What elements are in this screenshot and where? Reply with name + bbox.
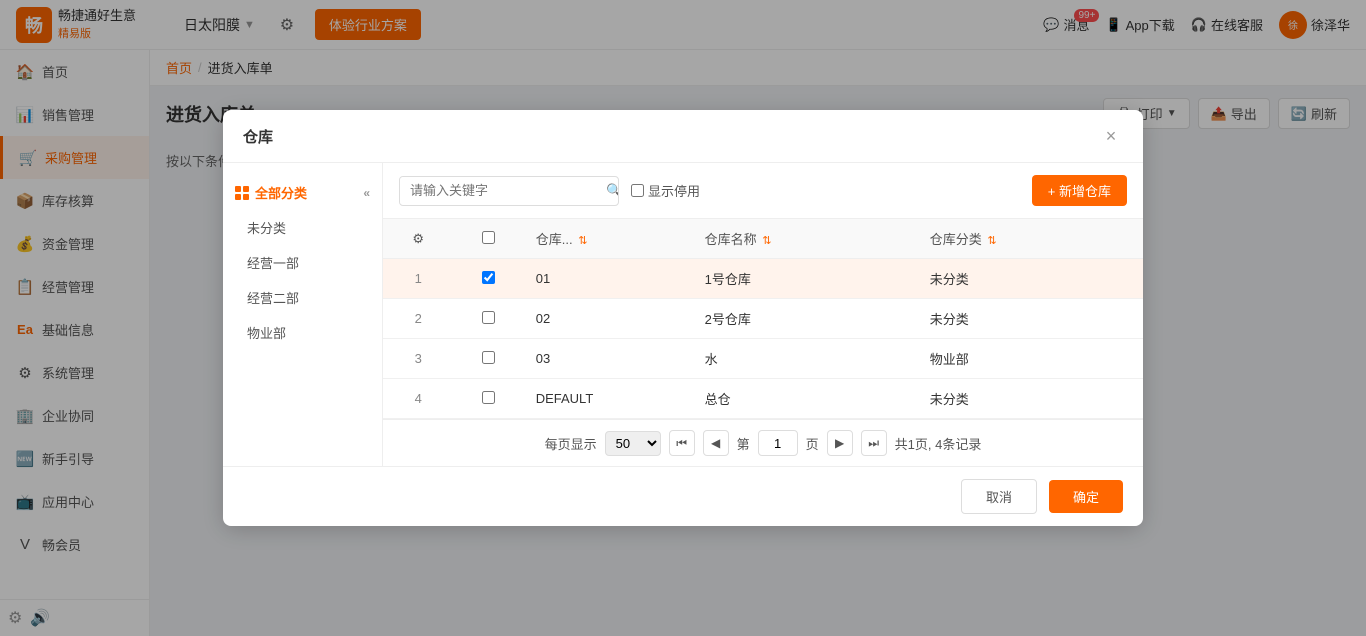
row-category: 物业部 bbox=[918, 339, 1143, 379]
category-item-unclassified[interactable]: 未分类 bbox=[223, 210, 382, 245]
category-panel: 全部分类 « 未分类 经营一部 经营二部 物业部 bbox=[223, 163, 383, 466]
row-checkbox[interactable] bbox=[453, 379, 523, 419]
page-unit: 页 bbox=[806, 434, 819, 453]
search-input[interactable] bbox=[400, 177, 596, 204]
col-code[interactable]: 仓库... ⇅ bbox=[524, 219, 693, 259]
prev-page-btn[interactable]: ◀ bbox=[703, 430, 729, 456]
table-row[interactable]: 4 DEFAULT 总仓 未分类 bbox=[383, 379, 1143, 419]
warehouse-table: ⚙ 仓库... ⇅ 仓库名称 ⇅ bbox=[383, 219, 1143, 419]
col-checkbox bbox=[453, 219, 523, 259]
col-category[interactable]: 仓库分类 ⇅ bbox=[918, 219, 1143, 259]
category-item-ops2[interactable]: 经营二部 bbox=[223, 280, 382, 315]
row-no: 2 bbox=[383, 299, 453, 339]
page-number-input[interactable] bbox=[758, 430, 798, 456]
row-name: 总仓 bbox=[693, 379, 918, 419]
last-page-btn[interactable]: ⏭ bbox=[861, 430, 887, 456]
confirm-btn[interactable]: 确定 bbox=[1049, 480, 1123, 513]
search-box: 🔍 bbox=[399, 176, 619, 206]
all-categories-label: 全部分类 bbox=[255, 183, 307, 202]
table-row[interactable]: 2 02 2号仓库 未分类 bbox=[383, 299, 1143, 339]
next-page-btn[interactable]: ▶ bbox=[827, 430, 853, 456]
cancel-btn[interactable]: 取消 bbox=[961, 479, 1037, 514]
total-info: 共1页, 4条记录 bbox=[895, 434, 982, 453]
show-disabled-label: 显示停用 bbox=[631, 181, 700, 200]
table-header-row: ⚙ 仓库... ⇅ 仓库名称 ⇅ bbox=[383, 219, 1143, 259]
page-label: 第 bbox=[737, 434, 750, 453]
modal-footer: 取消 确定 bbox=[223, 466, 1143, 526]
sort-icon-category: ⇅ bbox=[987, 235, 996, 247]
row-name: 2号仓库 bbox=[693, 299, 918, 339]
row-checkbox[interactable] bbox=[453, 259, 523, 299]
table-row[interactable]: 1 01 1号仓库 未分类 bbox=[383, 259, 1143, 299]
grid-icon bbox=[235, 186, 249, 200]
category-item-ops1[interactable]: 经营一部 bbox=[223, 245, 382, 280]
row-code: 01 bbox=[524, 259, 693, 299]
row-code: DEFAULT bbox=[524, 379, 693, 419]
row-category: 未分类 bbox=[918, 379, 1143, 419]
table-panel: 🔍 显示停用 + 新增仓库 ⚙ bbox=[383, 163, 1143, 466]
search-btn[interactable]: 🔍 bbox=[596, 177, 619, 205]
sort-icon-name: ⇅ bbox=[762, 235, 771, 247]
row-code: 02 bbox=[524, 299, 693, 339]
pagination: 每页显示 50 100 200 ⏮ ◀ 第 页 ▶ ⏭ 共1页, 4条记录 bbox=[383, 419, 1143, 466]
new-warehouse-btn[interactable]: + 新增仓库 bbox=[1032, 175, 1127, 206]
show-disabled-checkbox[interactable] bbox=[631, 184, 644, 197]
row-name: 1号仓库 bbox=[693, 259, 918, 299]
warehouse-modal: 仓库 × 全部分类 « 未分类 经营一部 经营二部 物业部 bbox=[223, 110, 1143, 526]
collapse-arrow-icon: « bbox=[363, 186, 370, 200]
row-no: 1 bbox=[383, 259, 453, 299]
row-no: 4 bbox=[383, 379, 453, 419]
row-checkbox[interactable] bbox=[453, 339, 523, 379]
modal-close-btn[interactable]: × bbox=[1099, 124, 1123, 148]
row-code: 03 bbox=[524, 339, 693, 379]
table-toolbar: 🔍 显示停用 + 新增仓库 bbox=[383, 163, 1143, 219]
modal-body: 全部分类 « 未分类 经营一部 经营二部 物业部 🔍 bbox=[223, 163, 1143, 466]
category-item-property[interactable]: 物业部 bbox=[223, 315, 382, 350]
modal-header: 仓库 × bbox=[223, 110, 1143, 163]
sort-icon-code: ⇅ bbox=[578, 235, 587, 247]
row-no: 3 bbox=[383, 339, 453, 379]
per-page-label: 每页显示 bbox=[545, 434, 597, 453]
row-category: 未分类 bbox=[918, 259, 1143, 299]
first-page-btn[interactable]: ⏮ bbox=[669, 430, 695, 456]
col-settings: ⚙ bbox=[383, 219, 453, 259]
row-category: 未分类 bbox=[918, 299, 1143, 339]
col-name[interactable]: 仓库名称 ⇅ bbox=[693, 219, 918, 259]
row-name: 水 bbox=[693, 339, 918, 379]
modal-overlay: 仓库 × 全部分类 « 未分类 经营一部 经营二部 物业部 bbox=[0, 0, 1366, 636]
page-size-select[interactable]: 50 100 200 bbox=[605, 431, 661, 456]
all-categories-btn[interactable]: 全部分类 « bbox=[223, 175, 382, 210]
select-all-checkbox[interactable] bbox=[482, 231, 495, 244]
data-table: ⚙ 仓库... ⇅ 仓库名称 ⇅ bbox=[383, 219, 1143, 419]
table-row[interactable]: 3 03 水 物业部 bbox=[383, 339, 1143, 379]
row-checkbox[interactable] bbox=[453, 299, 523, 339]
modal-title: 仓库 bbox=[243, 126, 273, 147]
